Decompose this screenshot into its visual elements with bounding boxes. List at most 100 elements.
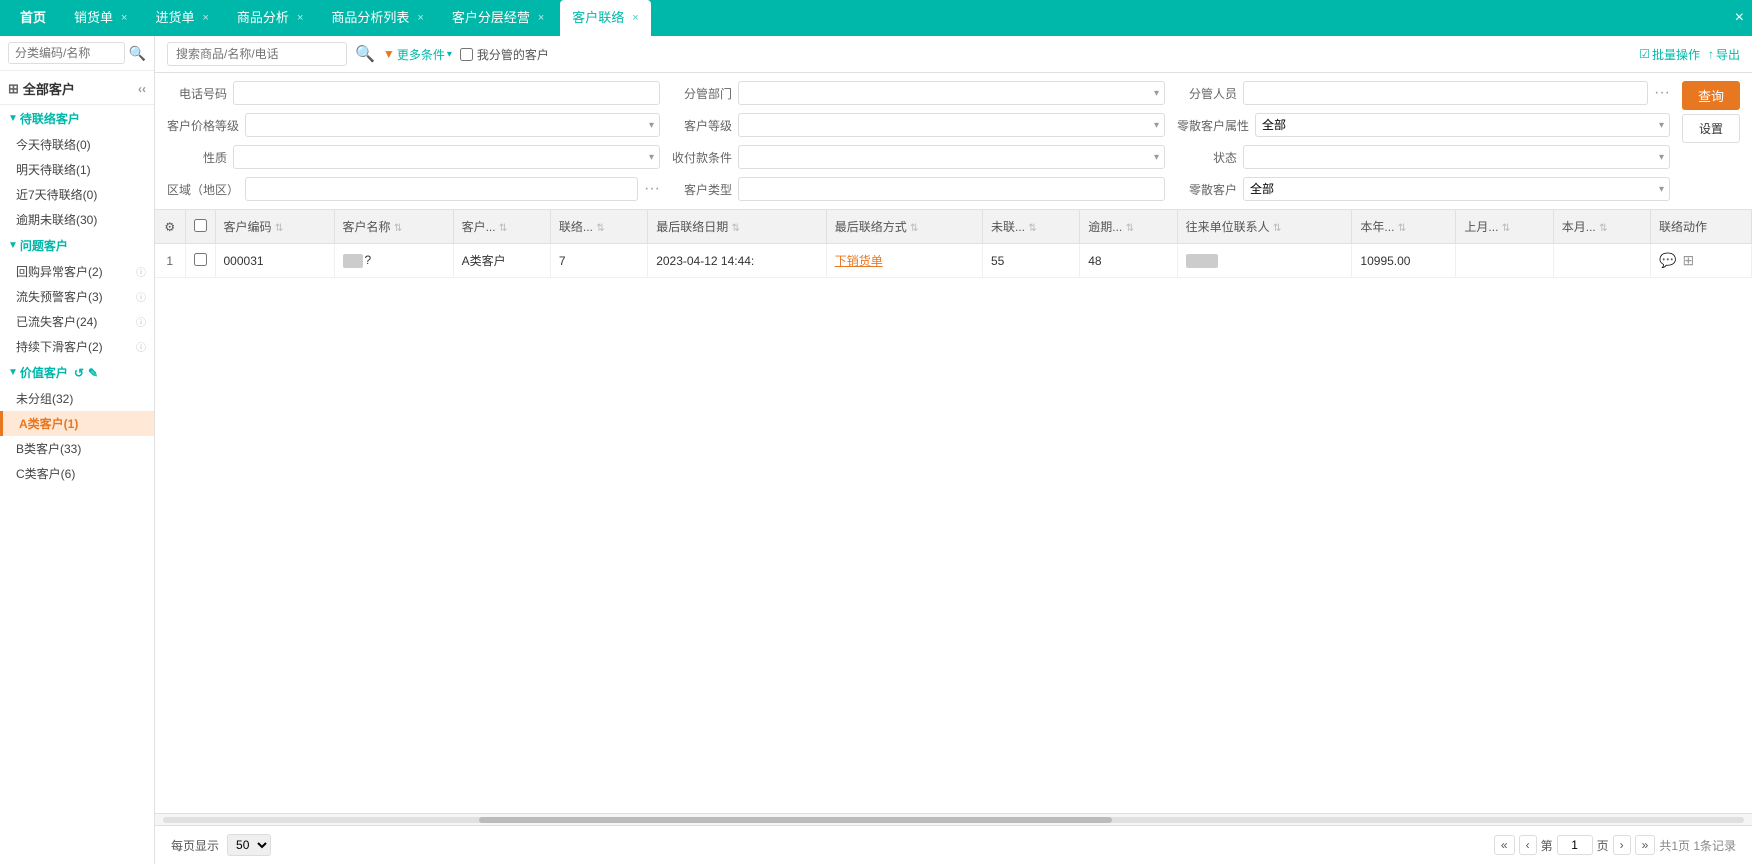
tab-product-list[interactable]: 商品分析列表 ×: [319, 0, 435, 36]
chat-icon[interactable]: 💬: [1659, 252, 1676, 269]
page-number-input[interactable]: [1557, 835, 1593, 855]
filter-search-input[interactable]: [167, 42, 347, 66]
sidebar-item-7days[interactable]: 近7天待联络(0): [0, 182, 154, 207]
sidebar-all-customers-header[interactable]: ⊞ 全部客户 ‹‹: [0, 71, 154, 105]
last-page-button[interactable]: »: [1635, 835, 1656, 855]
customer-tier-select[interactable]: [738, 113, 1165, 137]
first-page-button[interactable]: «: [1494, 835, 1515, 855]
batch-operation-button[interactable]: ☑ 批量操作: [1639, 46, 1700, 63]
sidebar-collapse-button[interactable]: ‹‹: [138, 82, 146, 96]
page-size-select[interactable]: 50: [227, 834, 271, 856]
sidebar-item-overdue[interactable]: 逾期未联络(30): [0, 207, 154, 232]
sparse-customer-select[interactable]: 全部: [1243, 177, 1670, 201]
sidebar-search-input[interactable]: [8, 42, 125, 64]
refresh-icon[interactable]: ↺: [74, 366, 84, 380]
sort-overdue-icon[interactable]: ⇅: [1126, 223, 1134, 234]
close-customer-tier-tab[interactable]: ×: [538, 0, 544, 36]
close-product-analysis-tab[interactable]: ×: [297, 0, 303, 36]
filter-search-button[interactable]: 🔍: [355, 44, 375, 64]
tab-home[interactable]: 首页: [8, 0, 58, 36]
query-button[interactable]: 查询: [1682, 81, 1740, 110]
close-purchase-tab[interactable]: ×: [202, 0, 208, 36]
tab-purchase[interactable]: 进货单 ×: [143, 0, 220, 36]
status-select[interactable]: [1243, 145, 1670, 169]
export-button[interactable]: ↑ 导出: [1708, 46, 1740, 63]
edit-icon[interactable]: ✎: [88, 366, 98, 380]
sort-uncontacted-icon[interactable]: ⇅: [1028, 223, 1036, 234]
row-checkbox-cell[interactable]: [185, 244, 215, 278]
sidebar-item-churn-warning[interactable]: 流失预警客户(3) ⓘ: [0, 284, 154, 309]
col-last-month[interactable]: 上月... ⇅: [1456, 210, 1553, 244]
sidebar-group-pending-title[interactable]: ▼ 待联络客户: [0, 105, 154, 132]
col-checkbox[interactable]: [185, 210, 215, 244]
col-overdue[interactable]: 逾期... ⇅: [1080, 210, 1177, 244]
price-tier-select[interactable]: [245, 113, 660, 137]
tab-customer-tier[interactable]: 客户分层经营 ×: [440, 0, 556, 36]
my-customers-checkbox[interactable]: 我分管的客户: [460, 46, 549, 63]
region-dots-button[interactable]: ···: [644, 180, 660, 198]
sidebar-item-b-class[interactable]: B类客户(33): [0, 436, 154, 461]
col-name[interactable]: 客户名称 ⇅: [334, 210, 453, 244]
sort-type-icon[interactable]: ⇅: [499, 223, 507, 234]
col-settings[interactable]: ⚙: [155, 210, 185, 244]
sort-last-month-icon[interactable]: ⇅: [1502, 223, 1510, 234]
filter-more-conditions[interactable]: ▼ 更多条件 ▾: [383, 46, 452, 63]
sidebar-item-today[interactable]: 今天待联络(0): [0, 132, 154, 157]
region-input[interactable]: [245, 177, 638, 201]
payment-select[interactable]: [738, 145, 1165, 169]
select-all-checkbox[interactable]: [194, 219, 207, 232]
col-code[interactable]: 客户编码 ⇅: [215, 210, 334, 244]
scrollbar-thumb[interactable]: [479, 817, 1111, 823]
sidebar-group-problem-title[interactable]: ▼ 问题客户: [0, 232, 154, 259]
sidebar-item-c-class[interactable]: C类客户(6): [0, 461, 154, 486]
sparse-attr-select[interactable]: 全部: [1255, 113, 1670, 137]
tab-sales[interactable]: 销货单 ×: [62, 0, 139, 36]
close-all-button[interactable]: ×: [1735, 9, 1744, 27]
sort-this-year-icon[interactable]: ⇅: [1398, 223, 1406, 234]
close-customer-contact-tab[interactable]: ×: [632, 0, 638, 36]
col-contact[interactable]: 联络... ⇅: [550, 210, 647, 244]
sort-code-icon[interactable]: ⇅: [275, 223, 283, 234]
sidebar-item-abnormal-repurchase[interactable]: 回购异常客户(2) ⓘ: [0, 259, 154, 284]
sidebar-group-value-title[interactable]: ▼ 价值客户 ↺ ✎: [0, 359, 154, 386]
close-sales-tab[interactable]: ×: [121, 0, 127, 36]
dept-select[interactable]: [738, 81, 1165, 105]
col-this-month[interactable]: 本月... ⇅: [1553, 210, 1650, 244]
row-checkbox[interactable]: [194, 253, 207, 266]
col-uncontacted[interactable]: 未联... ⇅: [982, 210, 1079, 244]
sidebar-item-tomorrow[interactable]: 明天待联络(1): [0, 157, 154, 182]
sort-last-method-icon[interactable]: ⇅: [910, 223, 918, 234]
sidebar-item-declining[interactable]: 持续下滑客户(2) ⓘ: [0, 334, 154, 359]
col-contact-person[interactable]: 往来单位联系人 ⇅: [1177, 210, 1352, 244]
tab-customer-contact[interactable]: 客户联络 ×: [560, 0, 650, 36]
customer-type-input[interactable]: [738, 177, 1165, 201]
col-last-date[interactable]: 最后联络日期 ⇅: [648, 210, 827, 244]
phone-input[interactable]: [233, 81, 660, 105]
scrollbar-track[interactable]: [163, 817, 1744, 823]
grid-icon[interactable]: ⊞: [1682, 252, 1694, 269]
sidebar-item-a-class[interactable]: A类客户(1): [0, 411, 154, 436]
horizontal-scrollbar[interactable]: [155, 813, 1752, 825]
close-product-list-tab[interactable]: ×: [417, 0, 423, 36]
manager-input[interactable]: [1243, 81, 1648, 105]
manager-dots-button[interactable]: ···: [1654, 84, 1670, 102]
next-page-button[interactable]: ›: [1613, 835, 1631, 855]
my-customers-check-input[interactable]: [460, 48, 473, 61]
sort-contact-icon[interactable]: ⇅: [596, 223, 604, 234]
col-type[interactable]: 客户... ⇅: [453, 210, 550, 244]
sidebar-item-unclassified[interactable]: 未分组(32): [0, 386, 154, 411]
col-this-year[interactable]: 本年... ⇅: [1352, 210, 1456, 244]
prev-page-button[interactable]: ‹: [1519, 835, 1537, 855]
nature-select[interactable]: [233, 145, 660, 169]
sort-name-icon[interactable]: ⇅: [394, 223, 402, 234]
sort-this-month-icon[interactable]: ⇅: [1599, 223, 1607, 234]
last-method-link[interactable]: 下销货单: [835, 254, 883, 268]
sort-contact-person-icon[interactable]: ⇅: [1273, 223, 1281, 234]
col-last-method[interactable]: 最后联络方式 ⇅: [826, 210, 982, 244]
sidebar-item-churned[interactable]: 已流失客户(24) ⓘ: [0, 309, 154, 334]
sidebar-search-icon[interactable]: 🔍: [129, 45, 146, 62]
tab-product-analysis[interactable]: 商品分析 ×: [225, 0, 315, 36]
sort-last-date-icon[interactable]: ⇅: [732, 223, 740, 234]
settings-button[interactable]: 设置: [1682, 114, 1740, 143]
row-last-method-cell[interactable]: 下销货单: [826, 244, 982, 278]
